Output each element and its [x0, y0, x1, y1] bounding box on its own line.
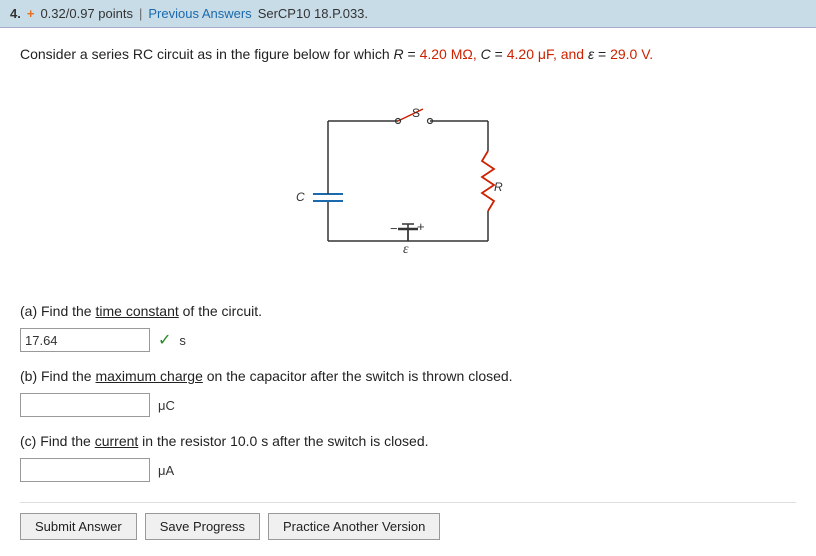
- C-unit: μF, and: [534, 46, 584, 62]
- part-b-answer-row: μC: [20, 393, 796, 417]
- points-plus-icon: +: [27, 6, 35, 21]
- svg-text:S: S: [412, 106, 420, 120]
- svg-text:+: +: [417, 219, 425, 234]
- R-unit: MΩ,: [447, 46, 477, 62]
- question-number: 4.: [10, 6, 21, 21]
- part-b-label: (b) Find the maximum charge on the capac…: [20, 366, 796, 387]
- content-area: Consider a series RC circuit as in the f…: [0, 28, 816, 556]
- part-a-answer-row: 17.64 ✓ s: [20, 328, 796, 352]
- circuit-diagram: S R C: [20, 81, 796, 281]
- submit-button[interactable]: Submit Answer: [20, 513, 137, 540]
- C-label: C: [477, 46, 491, 62]
- part-b-section: (b) Find the maximum charge on the capac…: [20, 366, 796, 417]
- part-c-unit: μA: [158, 463, 174, 478]
- svg-text:R: R: [494, 180, 503, 194]
- part-c-answer-row: μA: [20, 458, 796, 482]
- C-value: 4.20: [507, 46, 534, 62]
- svg-text:C: C: [296, 190, 305, 204]
- E-label: ε: [584, 46, 594, 62]
- E-value: 29.0: [610, 46, 637, 62]
- part-a-label: (a) Find the time constant of the circui…: [20, 301, 796, 322]
- part-c-label: (c) Find the current in the resistor 10.…: [20, 431, 796, 452]
- circuit-svg: S R C: [268, 81, 548, 281]
- part-b-unit: μC: [158, 398, 175, 413]
- part-a-section: (a) Find the time constant of the circui…: [20, 301, 796, 352]
- points-info: 0.32/0.97 points: [40, 6, 133, 21]
- R-value: 4.20: [420, 46, 447, 62]
- part-c-input[interactable]: [20, 458, 150, 482]
- part-a-input[interactable]: 17.64: [20, 328, 150, 352]
- E-unit: V.: [637, 46, 653, 62]
- part-a-check-icon: ✓: [158, 330, 171, 350]
- R-eq: =: [404, 46, 420, 62]
- practice-button[interactable]: Practice Another Version: [268, 513, 440, 540]
- svg-text:ε: ε: [403, 242, 409, 257]
- prev-answers-link[interactable]: Previous Answers: [148, 6, 251, 21]
- svg-text:−: −: [390, 221, 398, 236]
- problem-intro: Consider a series RC circuit as in the f…: [20, 46, 394, 62]
- problem-ref: SerCP10 18.P.033.: [258, 6, 368, 21]
- save-button[interactable]: Save Progress: [145, 513, 260, 540]
- C-eq: =: [491, 46, 507, 62]
- buttons-row: Submit Answer Save Progress Practice Ano…: [20, 502, 796, 540]
- part-b-input[interactable]: [20, 393, 150, 417]
- part-a-unit: s: [179, 333, 186, 348]
- problem-statement: Consider a series RC circuit as in the f…: [20, 44, 796, 65]
- E-eq: =: [594, 46, 610, 62]
- divider: |: [139, 6, 142, 21]
- R-label: R: [394, 46, 404, 62]
- part-c-section: (c) Find the current in the resistor 10.…: [20, 431, 796, 482]
- header-bar: 4. + 0.32/0.97 points | Previous Answers…: [0, 0, 816, 28]
